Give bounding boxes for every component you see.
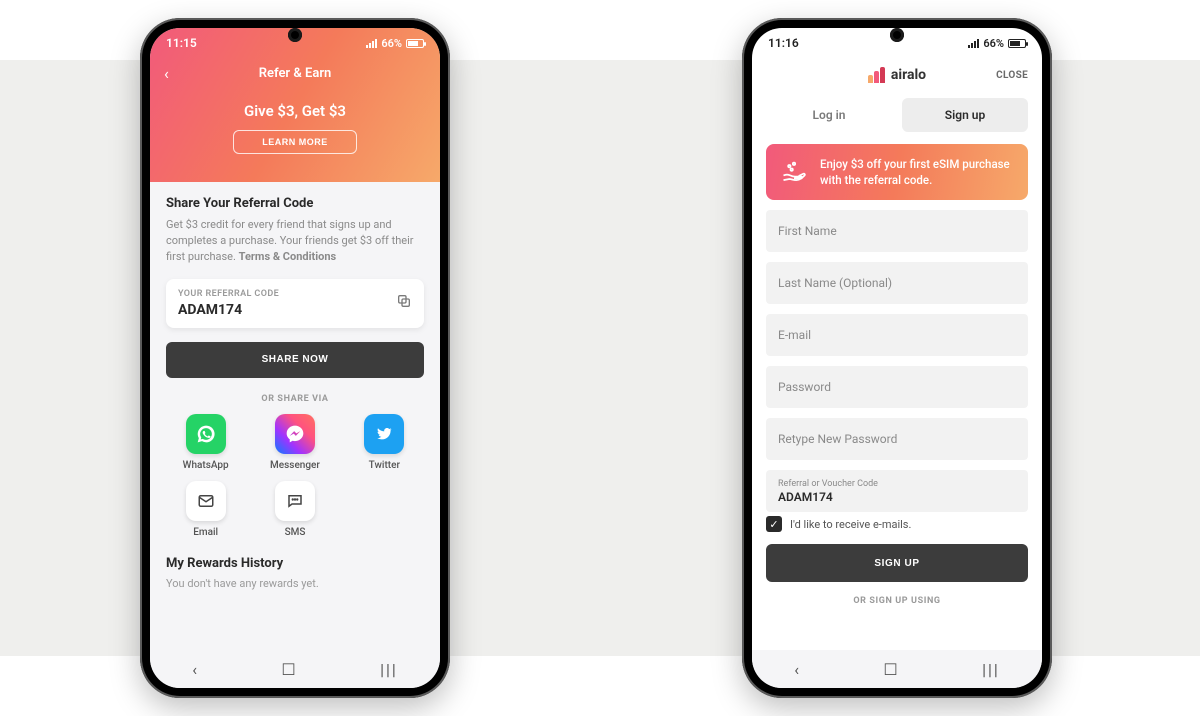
email-field[interactable]: E-mail (766, 314, 1028, 356)
status-time: 11:16 (768, 36, 799, 50)
referral-banner: Enjoy $3 off your first eSIM purchase wi… (766, 144, 1028, 200)
phone-signup: 11:16 66% airalo CLOSE Log in Sign up (742, 18, 1052, 698)
share-whatsapp[interactable]: WhatsApp (166, 414, 245, 471)
tab-login[interactable]: Log in (766, 98, 892, 132)
nav-home-icon[interactable]: ☐ (883, 660, 897, 679)
rewards-heading: My Rewards History (166, 556, 424, 571)
status-time: 11:15 (166, 36, 197, 50)
email-icon (186, 481, 226, 521)
sms-icon (275, 481, 315, 521)
share-email[interactable]: Email (166, 481, 245, 538)
copy-icon[interactable] (396, 293, 412, 313)
first-name-field[interactable]: First Name (766, 210, 1028, 252)
share-twitter[interactable]: Twitter (345, 414, 424, 471)
camera-hole-icon (288, 28, 302, 42)
back-icon[interactable]: ‹ (164, 64, 169, 83)
page-title: Refer & Earn (259, 66, 332, 81)
last-name-field[interactable]: Last Name (Optional) (766, 262, 1028, 304)
or-signup-using-label: OR SIGN UP USING (752, 596, 1042, 606)
emails-checkbox-label: I'd like to receive e-mails. (790, 518, 911, 531)
twitter-icon (364, 414, 404, 454)
messenger-icon (275, 414, 315, 454)
nav-recents-icon[interactable]: ||| (380, 660, 398, 679)
battery-percent: 66% (381, 37, 402, 50)
battery-icon (1008, 39, 1026, 48)
battery-icon (406, 39, 424, 48)
nav-back-icon[interactable]: ‹ (192, 660, 197, 679)
referral-code-value: ADAM174 (178, 302, 279, 318)
emails-checkbox[interactable]: ✓ (766, 516, 782, 532)
share-sms[interactable]: SMS (255, 481, 334, 538)
nav-recents-icon[interactable]: ||| (982, 660, 1000, 679)
refer-header: 11:15 66% ‹ Refer & Earn Give $3, Get $3… (150, 28, 440, 182)
referral-code-box: YOUR REFERRAL CODE ADAM174 (166, 279, 424, 328)
phone-refer-earn: 11:15 66% ‹ Refer & Earn Give $3, Get $3… (140, 18, 450, 698)
share-now-button[interactable]: SHARE NOW (166, 342, 424, 378)
learn-more-button[interactable]: LEARN MORE (233, 130, 357, 154)
share-heading: Share Your Referral Code (166, 196, 424, 211)
rewards-empty-text: You don't have any rewards yet. (166, 577, 424, 590)
hand-coins-icon (780, 158, 808, 186)
referral-code-field[interactable]: Referral or Voucher Code ADAM174 (766, 470, 1028, 512)
android-nav-bar: ‹ ☐ ||| (150, 650, 440, 688)
android-nav-bar: ‹ ☐ ||| (752, 650, 1042, 688)
signal-icon (968, 39, 979, 48)
password-field[interactable]: Password (766, 366, 1028, 408)
camera-hole-icon (890, 28, 904, 42)
retype-password-field[interactable]: Retype New Password (766, 418, 1028, 460)
share-description: Get $3 credit for every friend that sign… (166, 217, 424, 265)
promo-title: Give $3, Get $3 (150, 102, 440, 120)
share-messenger[interactable]: Messenger (255, 414, 334, 471)
battery-percent: 66% (983, 37, 1004, 50)
nav-home-icon[interactable]: ☐ (281, 660, 295, 679)
whatsapp-icon (186, 414, 226, 454)
brand-mark-icon (868, 67, 885, 83)
signal-icon (366, 39, 377, 48)
signup-button[interactable]: SIGN UP (766, 544, 1028, 582)
referral-code-label: YOUR REFERRAL CODE (178, 289, 279, 299)
tab-signup[interactable]: Sign up (902, 98, 1028, 132)
or-share-via-label: OR SHARE VIA (166, 394, 424, 404)
nav-back-icon[interactable]: ‹ (794, 660, 799, 679)
close-button[interactable]: CLOSE (996, 70, 1028, 81)
terms-link[interactable]: Terms & Conditions (239, 250, 337, 263)
brand-logo: airalo (868, 67, 926, 83)
